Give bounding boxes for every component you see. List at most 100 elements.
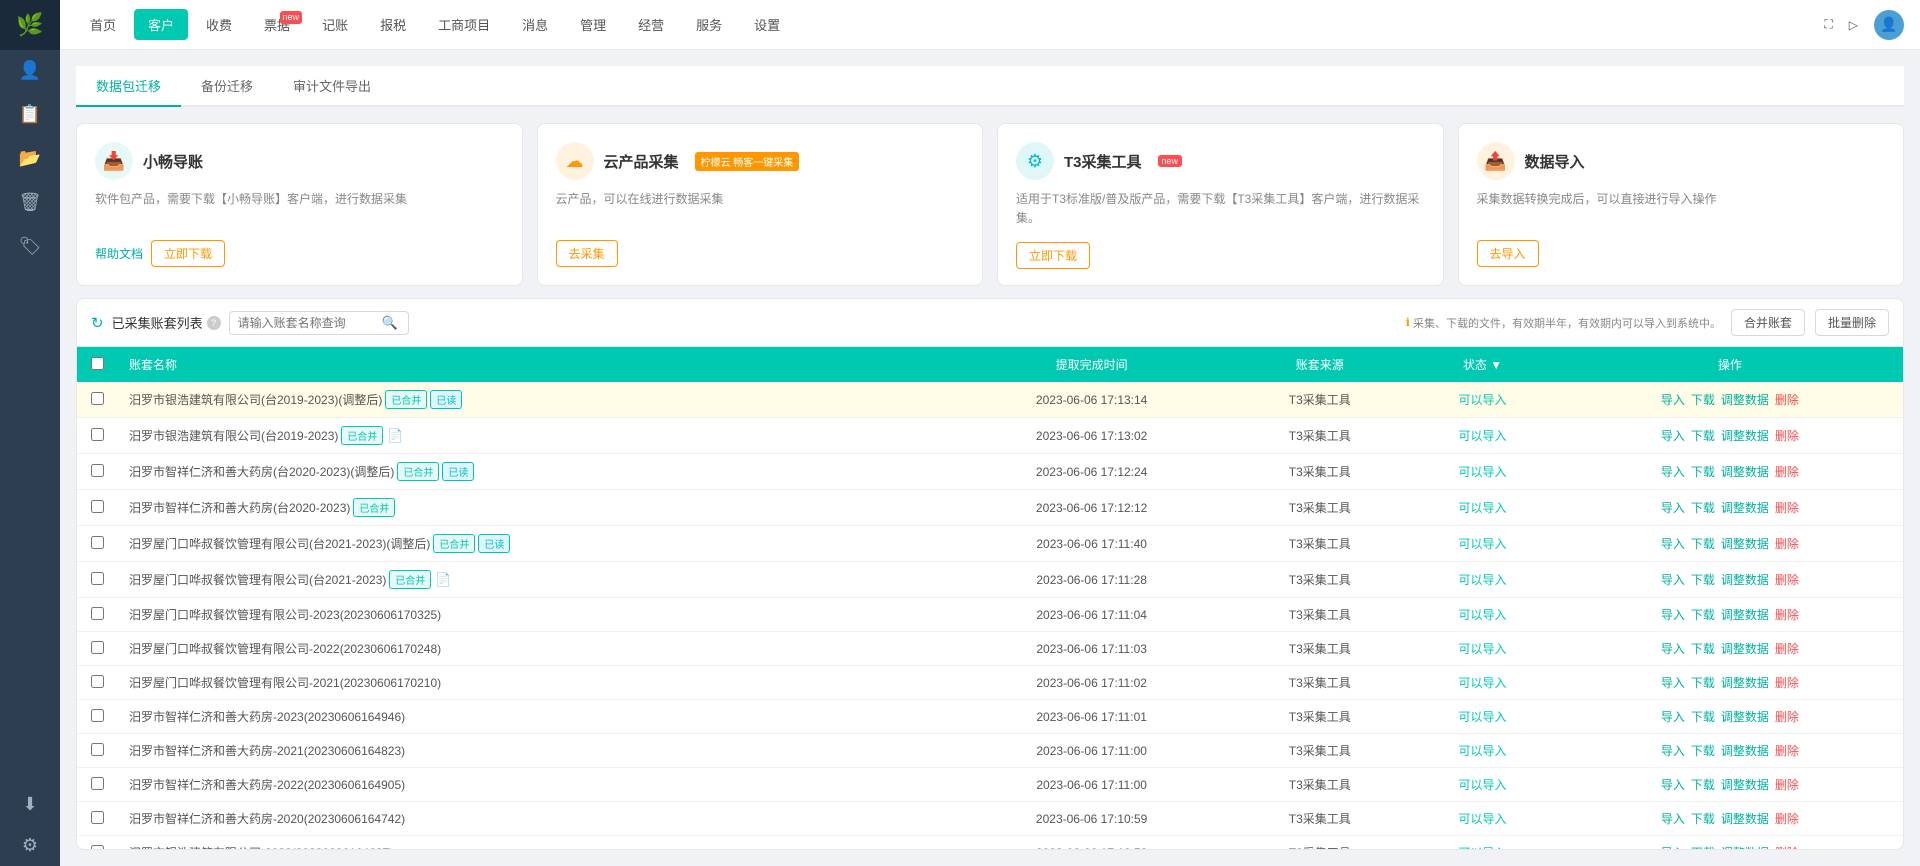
tab-audit-export[interactable]: 审计文件导出 (273, 66, 391, 107)
action-导入[interactable]: 导入 (1661, 812, 1685, 826)
help-doc-link[interactable]: 帮助文档 (95, 245, 143, 262)
action-下载[interactable]: 下载 (1691, 744, 1715, 758)
nav-messages[interactable]: 消息 (508, 9, 562, 40)
nav-home[interactable]: 首页 (76, 9, 130, 40)
import-btn-dataimport[interactable]: 去导入 (1477, 240, 1539, 267)
row-checkbox[interactable] (91, 777, 104, 790)
sidebar-item-recycle[interactable]: 🗑 (0, 182, 60, 226)
search-input[interactable] (238, 316, 378, 330)
sidebar-item-zero-report[interactable]: 📋 (0, 94, 60, 138)
download-btn-xiaochang[interactable]: 立即下载 (151, 240, 225, 267)
row-checkbox[interactable] (91, 536, 104, 549)
tab-backup-migrate[interactable]: 备份迁移 (181, 66, 273, 107)
sidebar-item-download[interactable]: ⬇ (0, 784, 60, 825)
nav-fees[interactable]: 收费 (192, 9, 246, 40)
nav-business[interactable]: 工商项目 (424, 9, 504, 40)
row-checkbox[interactable] (91, 709, 104, 722)
action-导入[interactable]: 导入 (1661, 744, 1685, 758)
refresh-icon[interactable]: ↻ (91, 314, 104, 332)
action-导入[interactable]: 导入 (1661, 846, 1685, 850)
action-导入[interactable]: 导入 (1661, 537, 1685, 551)
sidebar-item-settings[interactable]: ⚙ (0, 825, 60, 866)
row-checkbox[interactable] (91, 811, 104, 824)
action-下载[interactable]: 下载 (1691, 846, 1715, 850)
row-checkbox[interactable] (91, 572, 104, 585)
action-下载[interactable]: 下载 (1691, 608, 1715, 622)
row-checkbox[interactable] (91, 500, 104, 513)
action-删除[interactable]: 删除 (1775, 429, 1799, 443)
download-btn-t3tool[interactable]: 立即下载 (1016, 242, 1090, 269)
row-checkbox[interactable] (91, 675, 104, 688)
nav-clients[interactable]: 客户 (134, 9, 188, 40)
action-下载[interactable]: 下载 (1691, 676, 1715, 690)
action-调整数据[interactable]: 调整数据 (1721, 778, 1769, 792)
action-下载[interactable]: 下载 (1691, 778, 1715, 792)
merge-btn[interactable]: 合并账套 (1731, 309, 1805, 336)
action-下载[interactable]: 下载 (1691, 710, 1715, 724)
action-导入[interactable]: 导入 (1661, 608, 1685, 622)
action-删除[interactable]: 删除 (1775, 778, 1799, 792)
action-调整数据[interactable]: 调整数据 (1721, 710, 1769, 724)
col-status[interactable]: 状态 ▼ (1408, 347, 1556, 382)
action-导入[interactable]: 导入 (1661, 465, 1685, 479)
action-导入[interactable]: 导入 (1661, 501, 1685, 515)
action-下载[interactable]: 下载 (1691, 501, 1715, 515)
action-调整数据[interactable]: 调整数据 (1721, 744, 1769, 758)
tab-data-migrate[interactable]: 数据包迁移 (76, 66, 181, 107)
search-icon[interactable]: 🔍 (382, 315, 398, 331)
action-调整数据[interactable]: 调整数据 (1721, 429, 1769, 443)
collect-btn-yuncp[interactable]: 去采集 (556, 240, 618, 267)
nav-accounting[interactable]: 记账 (308, 9, 362, 40)
action-调整数据[interactable]: 调整数据 (1721, 846, 1769, 850)
row-checkbox[interactable] (91, 392, 104, 405)
row-checkbox[interactable] (91, 428, 104, 441)
nav-invoices[interactable]: 票据new (250, 9, 304, 40)
action-下载[interactable]: 下载 (1691, 393, 1715, 407)
action-导入[interactable]: 导入 (1661, 710, 1685, 724)
fullscreen-btn[interactable]: ⛶ (1824, 17, 1836, 32)
action-调整数据[interactable]: 调整数据 (1721, 465, 1769, 479)
action-删除[interactable]: 删除 (1775, 812, 1799, 826)
action-删除[interactable]: 删除 (1775, 501, 1799, 515)
action-导入[interactable]: 导入 (1661, 642, 1685, 656)
select-all-checkbox[interactable] (91, 357, 104, 370)
action-调整数据[interactable]: 调整数据 (1721, 393, 1769, 407)
action-调整数据[interactable]: 调整数据 (1721, 642, 1769, 656)
action-下载[interactable]: 下载 (1691, 465, 1715, 479)
action-删除[interactable]: 删除 (1775, 465, 1799, 479)
user-avatar[interactable]: 👤 (1874, 10, 1904, 40)
row-checkbox[interactable] (91, 845, 104, 850)
nav-operation[interactable]: 经营 (624, 9, 678, 40)
nav-service[interactable]: 服务 (682, 9, 736, 40)
sidebar-item-tag-settings[interactable]: 🏷 (0, 226, 60, 270)
action-调整数据[interactable]: 调整数据 (1721, 812, 1769, 826)
action-下载[interactable]: 下载 (1691, 642, 1715, 656)
sidebar-item-all-clients[interactable]: 👤 (0, 50, 60, 94)
action-导入[interactable]: 导入 (1661, 429, 1685, 443)
sidebar-item-account-migrate[interactable]: 📂 (0, 138, 60, 182)
action-删除[interactable]: 删除 (1775, 710, 1799, 724)
nav-settings[interactable]: 设置 (740, 9, 794, 40)
action-删除[interactable]: 删除 (1775, 744, 1799, 758)
action-下载[interactable]: 下载 (1691, 537, 1715, 551)
action-导入[interactable]: 导入 (1661, 573, 1685, 587)
nav-tax[interactable]: 报税 (366, 9, 420, 40)
action-导入[interactable]: 导入 (1661, 393, 1685, 407)
action-导入[interactable]: 导入 (1661, 778, 1685, 792)
action-删除[interactable]: 删除 (1775, 393, 1799, 407)
action-下载[interactable]: 下载 (1691, 812, 1715, 826)
vip-btn[interactable]: ▷ (1849, 18, 1862, 32)
action-调整数据[interactable]: 调整数据 (1721, 501, 1769, 515)
help-icon[interactable]: ? (207, 316, 221, 330)
action-调整数据[interactable]: 调整数据 (1721, 573, 1769, 587)
action-调整数据[interactable]: 调整数据 (1721, 537, 1769, 551)
action-删除[interactable]: 删除 (1775, 676, 1799, 690)
row-checkbox[interactable] (91, 641, 104, 654)
action-调整数据[interactable]: 调整数据 (1721, 676, 1769, 690)
action-调整数据[interactable]: 调整数据 (1721, 608, 1769, 622)
action-删除[interactable]: 删除 (1775, 537, 1799, 551)
row-checkbox[interactable] (91, 464, 104, 477)
batch-delete-btn[interactable]: 批量删除 (1815, 309, 1889, 336)
action-下载[interactable]: 下载 (1691, 573, 1715, 587)
action-删除[interactable]: 删除 (1775, 608, 1799, 622)
